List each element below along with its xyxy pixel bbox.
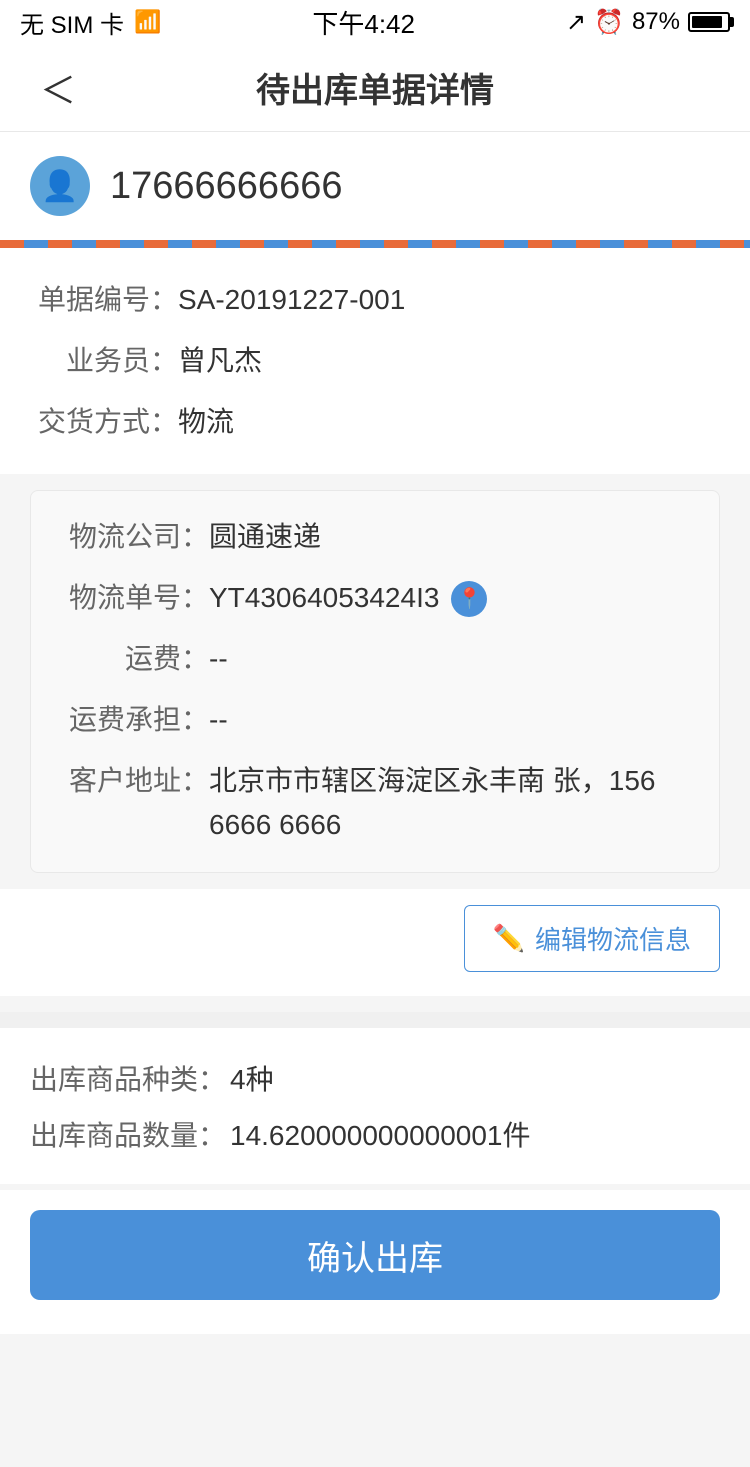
tracking-no-value: YT43064053424I3 📍 (209, 576, 689, 621)
edit-logistics-button[interactable]: ✏️ 编辑物流信息 (464, 905, 720, 972)
edit-logistics-row: ✏️ 编辑物流信息 (0, 889, 750, 996)
address-row: 客户地址： 北京市市辖区海淀区永丰南 张，156 6666 6666 (61, 759, 689, 849)
status-time: 下午4:42 (312, 4, 415, 41)
alarm-icon: ⏰ (594, 8, 624, 37)
order-no-label: 单据编号： (30, 278, 178, 323)
logistics-company-label: 物流公司： (61, 515, 209, 560)
battery-percent: 87% (632, 8, 680, 36)
customer-section: 👤 17666666666 (0, 132, 750, 240)
location-status-icon: ↗ (566, 8, 586, 37)
sales-person-label: 业务员： (30, 339, 178, 384)
confirm-outbound-button[interactable]: 确认出库 (30, 1210, 720, 1300)
order-no-value: SA-20191227-001 (178, 278, 720, 323)
customer-phone: 17666666666 (110, 165, 342, 208)
battery-icon (688, 12, 730, 32)
freight-label: 运费： (61, 637, 209, 682)
bottom-button-wrap: 确认出库 (0, 1190, 750, 1334)
delivery-method-label: 交货方式： (30, 400, 178, 445)
sales-person-value: 曾凡杰 (178, 339, 720, 384)
tracking-location-icon[interactable]: 📍 (451, 581, 487, 617)
delivery-method-row: 交货方式： 物流 (30, 400, 720, 445)
freight-bear-value: -- (209, 698, 689, 743)
product-quantity-row: 出库商品数量： 14.620000000000001件 (30, 1114, 720, 1154)
page-title: 待出库单据详情 (256, 63, 494, 112)
logistics-company-row: 物流公司： 圆通速递 (61, 515, 689, 560)
dashed-divider (0, 240, 750, 248)
product-types-row: 出库商品种类： 4种 (30, 1058, 720, 1098)
nav-bar: ＜ 待出库单据详情 (0, 44, 750, 132)
products-section: 出库商品种类： 4种 出库商品数量： 14.620000000000001件 (0, 1028, 750, 1184)
product-quantity-label: 出库商品数量： (30, 1114, 230, 1154)
freight-value: -- (209, 637, 689, 682)
wifi-icon: 📶 (134, 9, 161, 35)
product-types-label: 出库商品种类： (30, 1058, 230, 1098)
section-divider (0, 1012, 750, 1028)
product-types-value: 4种 (230, 1058, 274, 1098)
tracking-no-label: 物流单号： (61, 576, 209, 621)
sales-person-row: 业务员： 曾凡杰 (30, 339, 720, 384)
freight-bear-row: 运费承担： -- (61, 698, 689, 743)
logistics-company-value: 圆通速递 (209, 515, 689, 560)
freight-row: 运费： -- (61, 637, 689, 682)
edit-icon: ✏️ (493, 923, 525, 954)
status-left: 无 SIM 卡 📶 (20, 5, 161, 40)
carrier-label: 无 SIM 卡 (20, 5, 124, 40)
avatar: 👤 (30, 156, 90, 216)
address-label: 客户地址： (61, 759, 209, 804)
delivery-method-value: 物流 (178, 400, 720, 445)
address-value: 北京市市辖区海淀区永丰南 张，156 6666 6666 (209, 759, 689, 849)
logistics-card: 物流公司： 圆通速递 物流单号： YT43064053424I3 📍 运费： -… (30, 490, 720, 873)
order-info-section: 单据编号： SA-20191227-001 业务员： 曾凡杰 交货方式： 物流 (0, 248, 750, 474)
status-bar: 无 SIM 卡 📶 下午4:42 ↗ ⏰ 87% (0, 0, 750, 44)
order-no-row: 单据编号： SA-20191227-001 (30, 278, 720, 323)
tracking-no-row: 物流单号： YT43064053424I3 📍 (61, 576, 689, 621)
product-quantity-value: 14.620000000000001件 (230, 1114, 531, 1154)
avatar-icon: 👤 (41, 169, 78, 204)
status-right: ↗ ⏰ 87% (566, 8, 730, 37)
freight-bear-label: 运费承担： (61, 698, 209, 743)
back-button[interactable]: ＜ (30, 52, 86, 124)
